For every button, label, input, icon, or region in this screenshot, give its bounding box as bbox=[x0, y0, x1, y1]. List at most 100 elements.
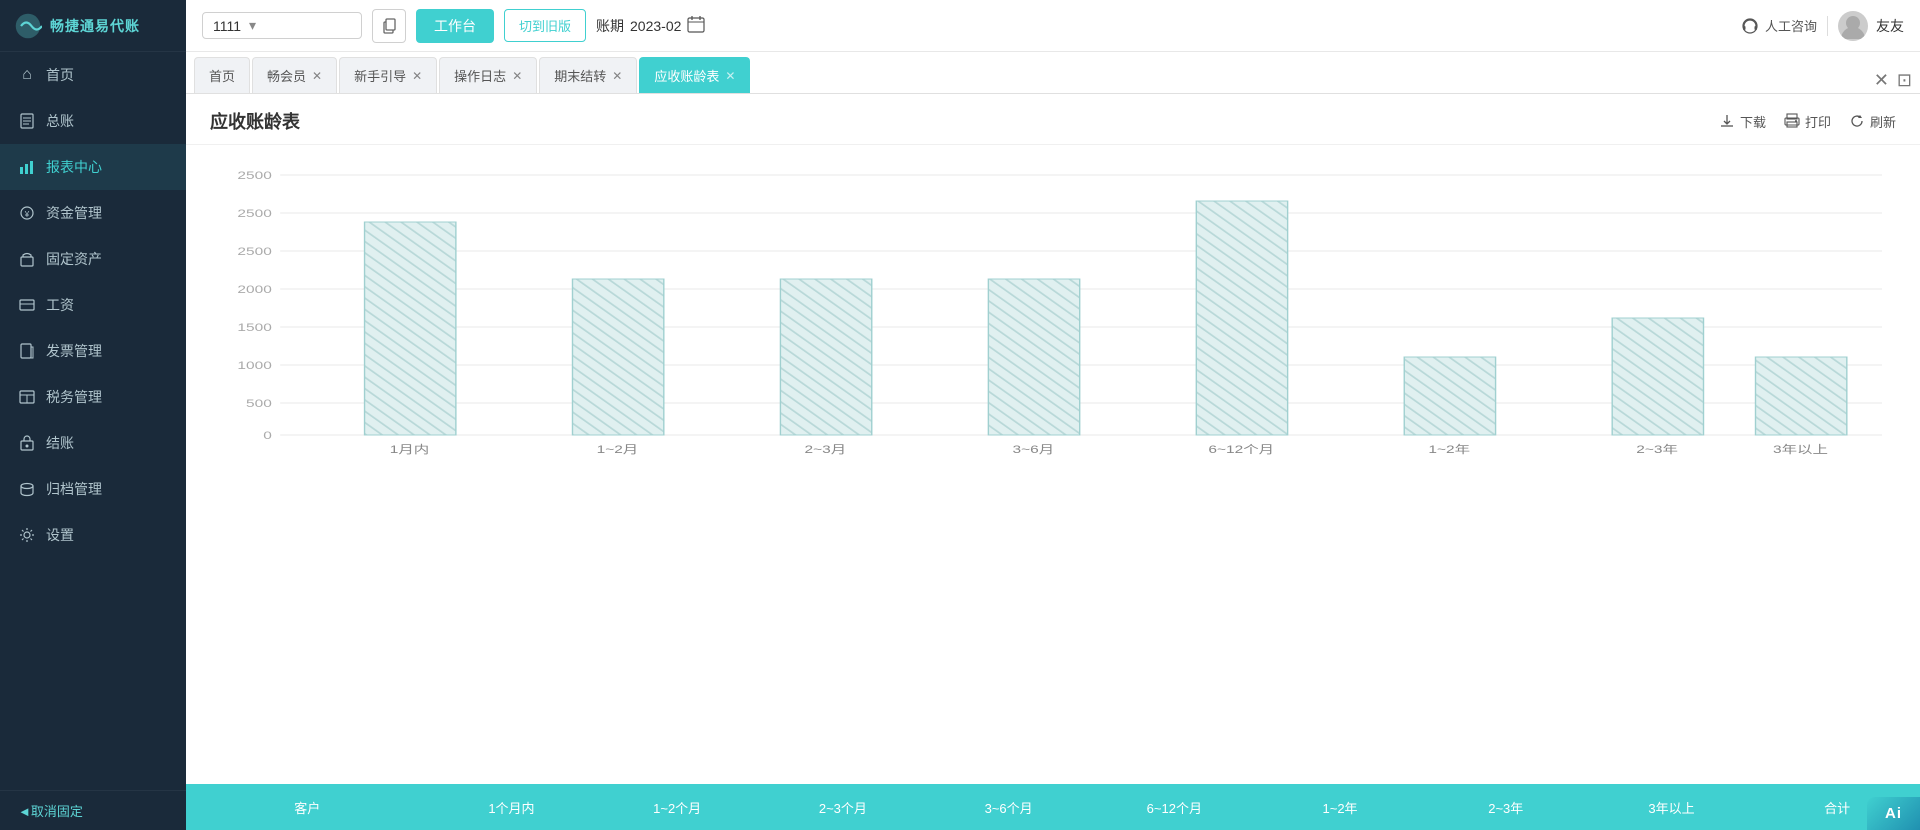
tab-close-icon[interactable]: ✕ bbox=[512, 70, 522, 82]
period-display: 账期 2023-02 bbox=[596, 15, 705, 36]
invoice-icon bbox=[18, 342, 36, 360]
settings-icon bbox=[18, 526, 36, 544]
svg-text:1月内: 1月内 bbox=[390, 443, 429, 455]
svg-text:2500: 2500 bbox=[237, 207, 271, 219]
sidebar-item-tax[interactable]: 税务管理 bbox=[0, 374, 186, 420]
sidebar-item-label: 税务管理 bbox=[46, 387, 102, 407]
chevron-down-icon: ▾ bbox=[249, 17, 256, 34]
close-account-icon bbox=[18, 434, 36, 452]
funds-icon: ¥ bbox=[18, 204, 36, 222]
svg-text:2~3月: 2~3月 bbox=[805, 443, 847, 455]
sidebar-logo: 畅捷通易代账 bbox=[0, 0, 186, 52]
svg-text:1000: 1000 bbox=[237, 359, 271, 371]
svg-text:500: 500 bbox=[246, 397, 272, 409]
workbench-button[interactable]: 工作台 bbox=[416, 9, 494, 43]
sidebar-item-archive[interactable]: 归档管理 bbox=[0, 466, 186, 512]
service-button[interactable]: 人工咨询 bbox=[1741, 16, 1817, 35]
col-1-2month: 1~2个月 bbox=[594, 798, 760, 817]
sidebar-item-label: 结账 bbox=[46, 433, 74, 453]
svg-text:1500: 1500 bbox=[237, 321, 271, 333]
sidebar-item-label: 设置 bbox=[46, 525, 74, 545]
page-actions: 下载 打印 刷新 bbox=[1719, 112, 1896, 131]
expand-icon[interactable]: ⊡ bbox=[1897, 71, 1912, 89]
archive-icon bbox=[18, 480, 36, 498]
sidebar-item-funds[interactable]: ¥ 资金管理 bbox=[0, 190, 186, 236]
tab-close-icon[interactable]: ✕ bbox=[312, 70, 322, 82]
svg-text:2~3年: 2~3年 bbox=[1636, 443, 1678, 455]
sidebar-item-payroll[interactable]: 工资 bbox=[0, 282, 186, 328]
tab-label: 应收账龄表 bbox=[654, 66, 719, 85]
refresh-label: 刷新 bbox=[1870, 112, 1896, 131]
sidebar-item-label: 报表中心 bbox=[46, 157, 102, 177]
table-header: 客户 1个月内 1~2个月 2~3个月 3~6个月 6~12个月 1~2年 2~… bbox=[186, 784, 1920, 830]
tab-label: 畅会员 bbox=[267, 66, 306, 85]
sidebar-item-label: 资金管理 bbox=[46, 203, 102, 223]
col-1month: 1个月内 bbox=[429, 798, 595, 817]
chart-area: 2500 2500 2500 2000 1500 1000 500 0 1月内 bbox=[186, 145, 1920, 784]
svg-text:3~6月: 3~6月 bbox=[1013, 443, 1055, 455]
sidebar-item-reports[interactable]: 报表中心 bbox=[0, 144, 186, 190]
col-2-3year: 2~3年 bbox=[1423, 798, 1589, 817]
sidebar-item-home[interactable]: ⌂ 首页 bbox=[0, 52, 186, 98]
tabs-bar: 首页 畅会员 ✕ 新手引导 ✕ 操作日志 ✕ 期末结转 ✕ 应收账龄表 ✕ ✕ … bbox=[186, 52, 1920, 94]
switch-version-button[interactable]: 切到旧版 bbox=[504, 9, 586, 42]
svg-text:0: 0 bbox=[263, 429, 272, 441]
sidebar-item-label: 首页 bbox=[46, 65, 74, 85]
tab-close-icon[interactable]: ✕ bbox=[412, 70, 422, 82]
col-3plus-year: 3年以上 bbox=[1589, 798, 1755, 817]
svg-text:¥: ¥ bbox=[24, 210, 30, 219]
close-all-tabs-icon[interactable]: ✕ bbox=[1874, 71, 1889, 89]
sidebar-item-settings[interactable]: 设置 bbox=[0, 512, 186, 558]
copy-icon[interactable] bbox=[372, 9, 406, 43]
tabs-right-controls: ✕ ⊡ bbox=[1874, 71, 1912, 93]
ai-badge[interactable]: Ai bbox=[1867, 797, 1920, 830]
tab-period-end[interactable]: 期末结转 ✕ bbox=[539, 57, 637, 93]
sidebar-item-ledger[interactable]: 总账 bbox=[0, 98, 186, 144]
collapse-label: ◄取消固定 bbox=[18, 801, 83, 820]
user-name: 友友 bbox=[1876, 16, 1904, 36]
tab-member[interactable]: 畅会员 ✕ bbox=[252, 57, 337, 93]
ai-badge-text: Ai bbox=[1885, 805, 1902, 822]
home-icon: ⌂ bbox=[18, 66, 36, 84]
payroll-icon bbox=[18, 296, 36, 314]
svg-text:2500: 2500 bbox=[237, 245, 271, 257]
calendar-icon[interactable] bbox=[687, 15, 705, 36]
svg-text:6~12个月: 6~12个月 bbox=[1208, 443, 1274, 455]
service-label: 人工咨询 bbox=[1765, 16, 1817, 35]
sidebar-item-label: 归档管理 bbox=[46, 479, 102, 499]
col-1-2year: 1~2年 bbox=[1257, 798, 1423, 817]
tab-log[interactable]: 操作日志 ✕ bbox=[439, 57, 537, 93]
tab-aging[interactable]: 应收账龄表 ✕ bbox=[639, 57, 750, 93]
sidebar-item-label: 固定资产 bbox=[46, 249, 102, 269]
tab-home[interactable]: 首页 bbox=[194, 57, 250, 93]
col-customer: 客户 bbox=[186, 798, 429, 817]
sidebar-item-close[interactable]: 结账 bbox=[0, 420, 186, 466]
tab-close-icon[interactable]: ✕ bbox=[612, 70, 622, 82]
col-2-3month: 2~3个月 bbox=[760, 798, 926, 817]
company-selector[interactable]: 1111 ▾ bbox=[202, 12, 362, 39]
refresh-button[interactable]: 刷新 bbox=[1849, 112, 1896, 131]
copy-svg bbox=[381, 18, 397, 34]
download-button[interactable]: 下载 bbox=[1719, 112, 1766, 131]
header: 1111 ▾ 工作台 切到旧版 账期 2023-02 人工咨询 友友 bbox=[186, 0, 1920, 52]
user-menu[interactable]: 友友 bbox=[1838, 11, 1904, 41]
print-button[interactable]: 打印 bbox=[1784, 112, 1831, 131]
period-value: 2023-02 bbox=[630, 18, 681, 34]
tab-guide[interactable]: 新手引导 ✕ bbox=[339, 57, 437, 93]
download-label: 下载 bbox=[1740, 112, 1766, 131]
bar-chart-svg: 2500 2500 2500 2000 1500 1000 500 0 1月内 bbox=[210, 155, 1896, 475]
svg-text:3年以上: 3年以上 bbox=[1773, 443, 1828, 455]
print-label: 打印 bbox=[1805, 112, 1831, 131]
main-content: 1111 ▾ 工作台 切到旧版 账期 2023-02 人工咨询 友友 bbox=[186, 0, 1920, 830]
company-name: 1111 bbox=[213, 18, 241, 34]
headset-icon bbox=[1741, 17, 1759, 35]
page-content: 应收账龄表 下载 打印 刷新 bbox=[186, 94, 1920, 830]
sidebar-item-invoice[interactable]: 发票管理 bbox=[0, 328, 186, 374]
tab-label: 期末结转 bbox=[554, 66, 606, 85]
tab-close-icon[interactable]: ✕ bbox=[725, 70, 735, 82]
sidebar-item-assets[interactable]: 固定资产 bbox=[0, 236, 186, 282]
col-3-6month: 3~6个月 bbox=[926, 798, 1092, 817]
svg-text:1~2月: 1~2月 bbox=[597, 443, 639, 455]
sidebar-collapse-btn[interactable]: ◄取消固定 bbox=[0, 790, 186, 830]
download-icon bbox=[1719, 113, 1735, 129]
